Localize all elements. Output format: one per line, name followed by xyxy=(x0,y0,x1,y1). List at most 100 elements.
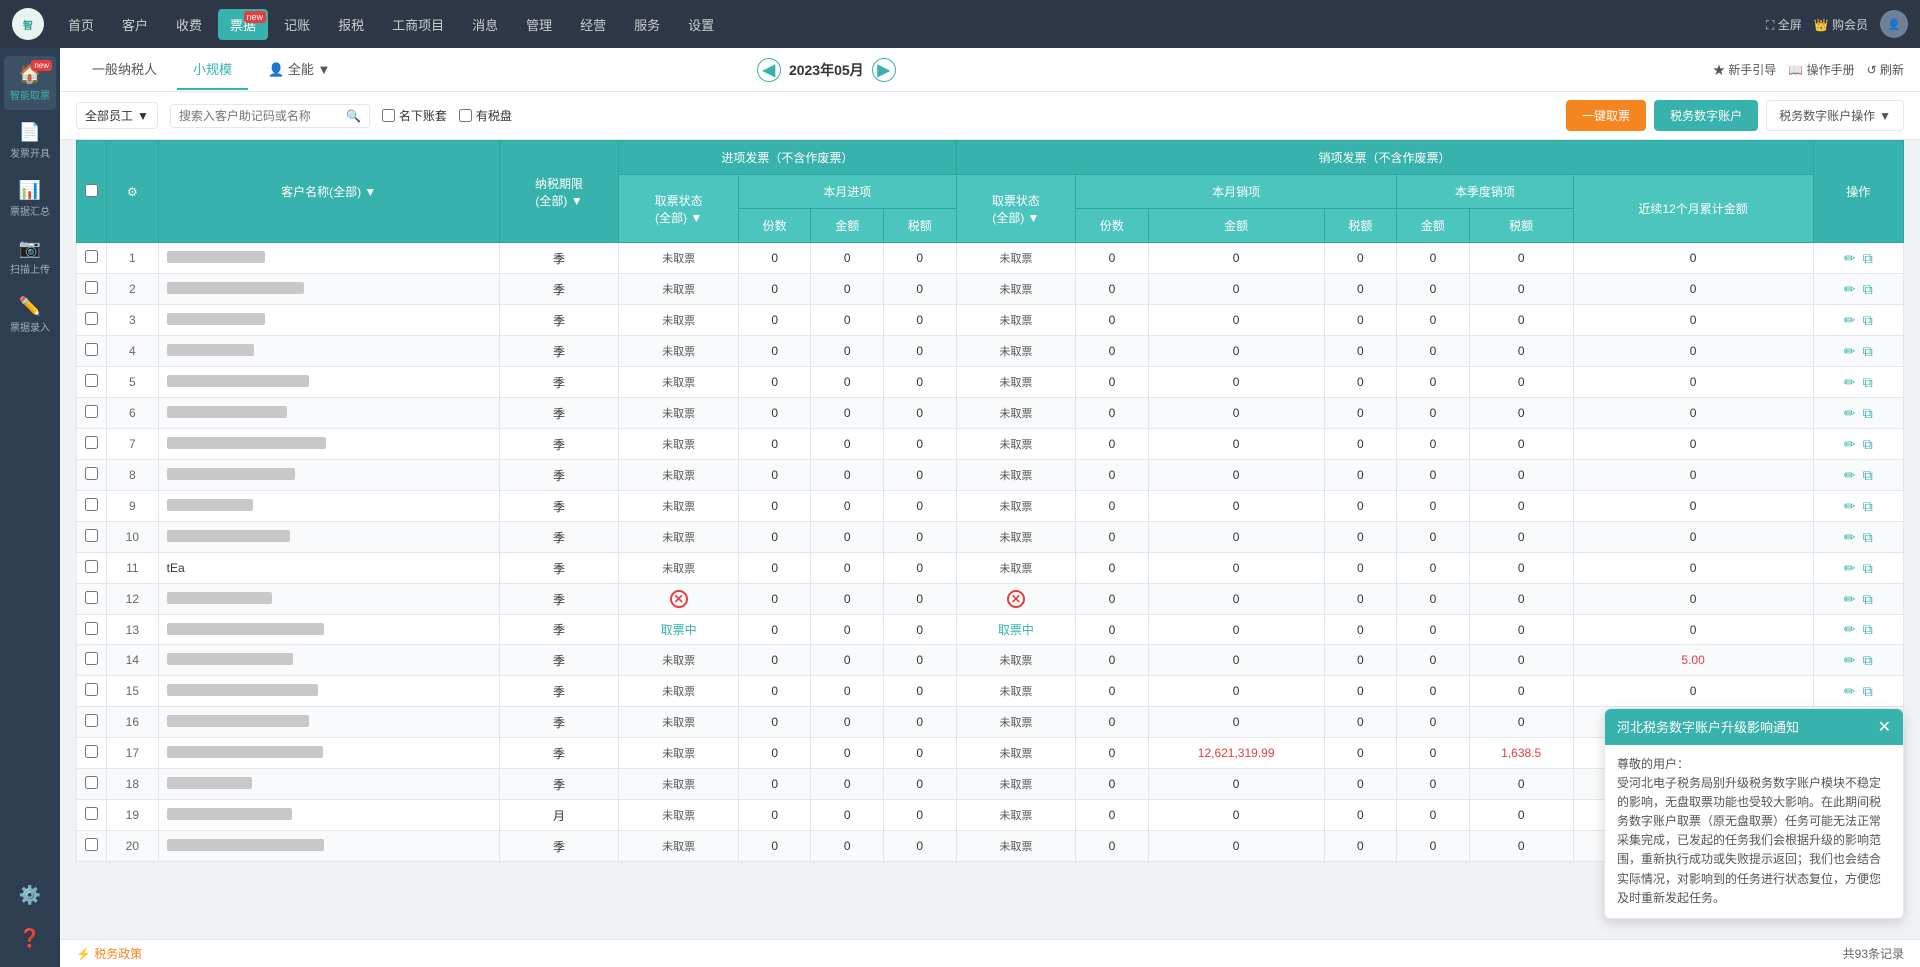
edit-icon[interactable]: ✏ xyxy=(1844,312,1856,328)
copy-icon[interactable]: ⧉ xyxy=(1863,374,1873,390)
row-checkbox-20[interactable] xyxy=(85,838,98,851)
row-checkbox-11[interactable] xyxy=(85,560,98,573)
checkbox-subledger[interactable]: 名下账套 xyxy=(382,107,447,124)
nav-item-billing[interactable]: 收费 xyxy=(164,9,214,40)
row-checkbox-5[interactable] xyxy=(85,374,98,387)
tab-general-taxpayer[interactable]: 一般纳税人 xyxy=(76,49,173,90)
tax-policy-link[interactable]: ⚡ 税务政策 xyxy=(76,945,142,962)
edit-icon[interactable]: ✏ xyxy=(1844,683,1856,699)
row-checkbox-17[interactable] xyxy=(85,745,98,758)
nav-item-home[interactable]: 首页 xyxy=(56,9,106,40)
sidebar-item-smart-invoice[interactable]: 🏠 智能取票 new xyxy=(4,56,56,110)
avatar[interactable]: 👤 xyxy=(1880,10,1908,38)
row-customer-name[interactable]: tEa xyxy=(158,553,499,584)
row-checkbox-14[interactable] xyxy=(85,652,98,665)
checkbox-taxdisk-input[interactable] xyxy=(459,109,472,122)
edit-icon[interactable]: ✏ xyxy=(1844,436,1856,452)
copy-icon[interactable]: ⧉ xyxy=(1863,467,1873,483)
row-customer-name[interactable]: ████████████ xyxy=(158,584,499,615)
member-btn[interactable]: 👑 购会员 xyxy=(1814,16,1868,33)
nav-item-accounting[interactable]: 记账 xyxy=(272,9,322,40)
row-customer-name[interactable]: ████████████ xyxy=(158,769,499,800)
sidebar-item-entry[interactable]: ✏️ 票据录入 xyxy=(4,288,56,342)
row-checkbox-1[interactable] xyxy=(85,250,98,263)
row-checkbox-13[interactable] xyxy=(85,622,98,635)
edit-icon[interactable]: ✏ xyxy=(1844,498,1856,514)
nav-item-operation[interactable]: 经营 xyxy=(568,9,618,40)
row-checkbox-10[interactable] xyxy=(85,529,98,542)
row-checkbox-18[interactable] xyxy=(85,776,98,789)
edit-icon[interactable]: ✏ xyxy=(1844,281,1856,297)
copy-icon[interactable]: ⧉ xyxy=(1863,405,1873,421)
manual-btn[interactable]: 📖 操作手册 xyxy=(1788,61,1854,78)
tax-digital-op-btn[interactable]: 税务数字账户操作 ▼ xyxy=(1766,100,1904,131)
row-customer-name[interactable]: ████████████ xyxy=(158,707,499,738)
row-checkbox-3[interactable] xyxy=(85,312,98,325)
refresh-btn[interactable]: ↺ 刷新 xyxy=(1867,61,1904,78)
search-icon[interactable]: 🔍 xyxy=(346,109,361,123)
tab-all[interactable]: 👤 全能 ▼ xyxy=(252,49,346,90)
sidebar-item-summary[interactable]: 📊 票据汇总 xyxy=(4,172,56,226)
row-customer-name[interactable]: ████████████ xyxy=(158,738,499,769)
row-customer-name[interactable]: ████████████ xyxy=(158,800,499,831)
row-customer-name[interactable]: ████████████ xyxy=(158,460,499,491)
row-customer-name[interactable]: ████████████ xyxy=(158,274,499,305)
edit-icon[interactable]: ✏ xyxy=(1844,467,1856,483)
nav-item-business[interactable]: 工商项目 xyxy=(380,9,456,40)
row-checkbox-6[interactable] xyxy=(85,405,98,418)
nav-item-settings[interactable]: 设置 xyxy=(676,9,726,40)
copy-icon[interactable]: ⧉ xyxy=(1863,498,1873,514)
row-checkbox-15[interactable] xyxy=(85,683,98,696)
row-checkbox-7[interactable] xyxy=(85,436,98,449)
row-customer-name[interactable]: ████████████ xyxy=(158,645,499,676)
copy-icon[interactable]: ⧉ xyxy=(1863,683,1873,699)
row-checkbox-4[interactable] xyxy=(85,343,98,356)
copy-icon[interactable]: ⧉ xyxy=(1863,529,1873,545)
row-customer-name[interactable]: ████████████ xyxy=(158,243,499,274)
edit-icon[interactable]: ✏ xyxy=(1844,591,1856,607)
row-customer-name[interactable]: ████████████ xyxy=(158,367,499,398)
edit-icon[interactable]: ✏ xyxy=(1844,529,1856,545)
copy-icon[interactable]: ⧉ xyxy=(1863,343,1873,359)
search-input[interactable] xyxy=(179,109,346,123)
row-checkbox-16[interactable] xyxy=(85,714,98,727)
edit-icon[interactable]: ✏ xyxy=(1844,250,1856,266)
nav-item-message[interactable]: 消息 xyxy=(460,9,510,40)
row-checkbox-8[interactable] xyxy=(85,467,98,480)
nav-item-service[interactable]: 服务 xyxy=(622,9,672,40)
copy-icon[interactable]: ⧉ xyxy=(1863,621,1873,637)
row-customer-name[interactable]: ████████████ xyxy=(158,491,499,522)
sidebar-item-help[interactable]: ❓ xyxy=(4,920,56,959)
row-checkbox-19[interactable] xyxy=(85,807,98,820)
period-next[interactable]: ▶ xyxy=(872,58,896,82)
tax-digital-btn[interactable]: 税务数字账户 xyxy=(1654,100,1758,131)
copy-icon[interactable]: ⧉ xyxy=(1863,436,1873,452)
nav-item-invoice[interactable]: 票据 new xyxy=(218,9,268,40)
sidebar-item-settings[interactable]: ⚙️ xyxy=(4,877,56,916)
edit-icon[interactable]: ✏ xyxy=(1844,652,1856,668)
row-customer-name[interactable]: ████████████ xyxy=(158,676,499,707)
row-customer-name[interactable]: ████████████ xyxy=(158,522,499,553)
row-checkbox-9[interactable] xyxy=(85,498,98,511)
nav-item-tax[interactable]: 报税 xyxy=(326,9,376,40)
fullscreen-btn[interactable]: ⛶ 全屏 xyxy=(1766,16,1802,33)
row-checkbox-12[interactable] xyxy=(85,591,98,604)
row-customer-name[interactable]: ████████████ xyxy=(158,429,499,460)
row-customer-name[interactable]: ████████████ xyxy=(158,398,499,429)
edit-icon[interactable]: ✏ xyxy=(1844,560,1856,576)
tab-small-scale[interactable]: 小规模 xyxy=(177,49,248,90)
employee-select[interactable]: 全部员工 ▼ xyxy=(76,102,158,129)
edit-icon[interactable]: ✏ xyxy=(1844,343,1856,359)
nav-item-manage[interactable]: 管理 xyxy=(514,9,564,40)
one-click-btn[interactable]: 一键取票 xyxy=(1566,100,1646,131)
sidebar-item-open-invoice[interactable]: 📄 发票开具 xyxy=(4,114,56,168)
copy-icon[interactable]: ⧉ xyxy=(1863,652,1873,668)
edit-icon[interactable]: ✏ xyxy=(1844,621,1856,637)
popup-close-btn[interactable]: ✕ xyxy=(1878,717,1891,737)
sidebar-item-scan[interactable]: 📷 扫描上传 xyxy=(4,230,56,284)
copy-icon[interactable]: ⧉ xyxy=(1863,281,1873,297)
row-customer-name[interactable]: ████████████ xyxy=(158,615,499,645)
copy-icon[interactable]: ⧉ xyxy=(1863,250,1873,266)
guide-btn[interactable]: ★ 新手引导 xyxy=(1713,61,1776,78)
edit-icon[interactable]: ✏ xyxy=(1844,405,1856,421)
